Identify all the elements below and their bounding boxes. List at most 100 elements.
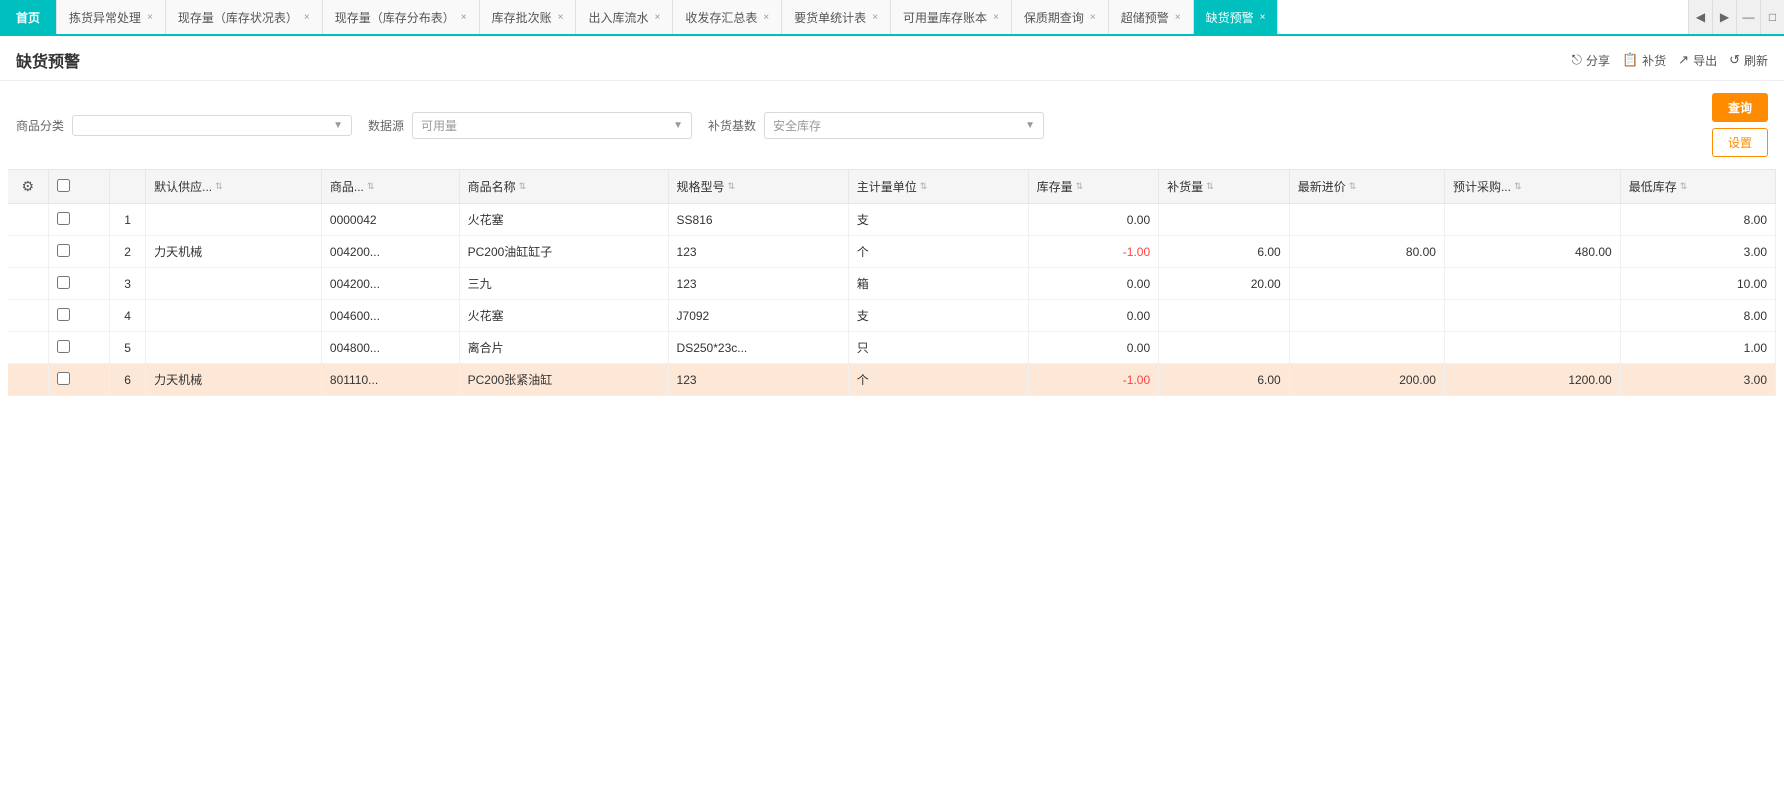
stock-sort-icon[interactable]: ⇅ xyxy=(1076,181,1084,192)
replenish-sort-icon[interactable]: ⇅ xyxy=(1206,181,1214,192)
tab-order-stat-label: 要货单统计表 xyxy=(794,9,866,26)
setting-button[interactable]: 设置 xyxy=(1712,128,1768,157)
th-spec: 规格型号 ⇅ xyxy=(668,170,848,204)
row-min_stock: 3.00 xyxy=(1620,236,1775,268)
tab-prev-btn[interactable]: ◀ xyxy=(1688,0,1712,34)
row-checkbox[interactable] xyxy=(57,372,70,385)
row-stock: 0.00 xyxy=(1028,300,1159,332)
tab-defect-proc[interactable]: 拣货异常处理 × xyxy=(57,0,166,34)
row-checkbox[interactable] xyxy=(57,244,70,257)
row-checkbox[interactable] xyxy=(57,340,70,353)
tab-order-stat[interactable]: 要货单统计表 × xyxy=(782,0,891,34)
tab-recv-summary-label: 收发存汇总表 xyxy=(685,9,757,26)
row-settings xyxy=(8,332,48,364)
export-btn[interactable]: ↗ 导出 xyxy=(1678,52,1717,69)
name-sort-icon[interactable]: ⇅ xyxy=(519,181,527,192)
unit-sort-icon[interactable]: ⇅ xyxy=(920,181,928,192)
row-replenish xyxy=(1159,204,1290,236)
tab-batch-account[interactable]: 库存批次账 × xyxy=(480,0,577,34)
th-latest-price-label: 最新进价 xyxy=(1298,178,1346,195)
refresh-btn[interactable]: ↺ 刷新 xyxy=(1729,52,1768,69)
row-code: 004800... xyxy=(321,332,459,364)
tab-inventory-status[interactable]: 现存量（库存状况表） × xyxy=(166,0,323,34)
row-spec: SS816 xyxy=(668,204,848,236)
row-checkbox[interactable] xyxy=(57,212,70,225)
tab-inventory-dist-close[interactable]: × xyxy=(461,12,467,23)
code-sort-icon[interactable]: ⇅ xyxy=(367,181,375,192)
tab-batch-account-close[interactable]: × xyxy=(558,12,564,23)
row-plan_purchase xyxy=(1444,268,1620,300)
row-unit: 只 xyxy=(848,332,1028,364)
tab-bar: 首页 拣货异常处理 × 现存量（库存状况表） × 现存量（库存分布表） × 库存… xyxy=(0,0,1784,36)
tab-shortage-close[interactable]: × xyxy=(1260,12,1266,23)
tab-order-stat-close[interactable]: × xyxy=(872,12,878,23)
th-code: 商品... ⇅ xyxy=(321,170,459,204)
tab-expiry-query-close[interactable]: × xyxy=(1090,12,1096,23)
row-number: 2 xyxy=(110,236,146,268)
row-checkbox[interactable] xyxy=(57,308,70,321)
tab-next-btn[interactable]: ▶ xyxy=(1712,0,1736,34)
tab-overstock-close[interactable]: × xyxy=(1175,12,1181,23)
row-number: 3 xyxy=(110,268,146,300)
category-select[interactable]: ▼ xyxy=(72,115,352,136)
spec-sort-icon[interactable]: ⇅ xyxy=(728,181,736,192)
table-container: ⚙ 默认供应... ⇅ 商品... xyxy=(0,169,1784,396)
th-settings[interactable]: ⚙ xyxy=(8,170,48,204)
tab-inventory-dist-label: 现存量（库存分布表） xyxy=(335,9,455,26)
th-code-label: 商品... xyxy=(330,178,364,195)
row-min_stock: 3.00 xyxy=(1620,364,1775,396)
row-min_stock: 8.00 xyxy=(1620,300,1775,332)
supplier-sort-icon[interactable]: ⇅ xyxy=(215,181,223,192)
tab-shortage-label: 缺货预警 xyxy=(1206,9,1254,26)
th-spec-label: 规格型号 xyxy=(677,178,725,195)
row-checkbox[interactable] xyxy=(57,276,70,289)
replenish-base-value: 安全库存 xyxy=(773,117,1017,134)
tab-minimize-btn[interactable]: — xyxy=(1736,0,1760,34)
row-supplier: 力天机械 xyxy=(146,236,322,268)
filter-bar: 商品分类 ▼ 数据源 可用量 ▼ 补货基数 安全库存 ▼ 查询 设置 xyxy=(0,81,1784,169)
latest-price-sort-icon[interactable]: ⇅ xyxy=(1349,181,1357,192)
category-dropdown-icon: ▼ xyxy=(333,120,343,131)
tab-avail-ledger-close[interactable]: × xyxy=(993,12,999,23)
replenish-base-select[interactable]: 安全库存 ▼ xyxy=(764,112,1044,139)
share-btn[interactable]: ⎋ 分享 xyxy=(1572,52,1610,69)
select-all-checkbox[interactable] xyxy=(57,179,70,192)
tab-inout-flow[interactable]: 出入库流水 × xyxy=(576,0,673,34)
row-plan_purchase xyxy=(1444,300,1620,332)
tab-home-label: 首页 xyxy=(16,9,40,26)
category-label: 商品分类 xyxy=(16,117,64,134)
row-stock: 0.00 xyxy=(1028,204,1159,236)
tab-inventory-status-close[interactable]: × xyxy=(304,12,310,23)
tab-expiry-query[interactable]: 保质期查询 × xyxy=(1012,0,1109,34)
tab-recv-summary-close[interactable]: × xyxy=(763,12,769,23)
row-spec: J7092 xyxy=(668,300,848,332)
replenish-btn[interactable]: 📋 补货 xyxy=(1622,52,1666,69)
btn-area: 查询 设置 xyxy=(1712,93,1768,157)
tab-home[interactable]: 首页 xyxy=(0,0,57,34)
tab-maximize-btn[interactable]: □ xyxy=(1760,0,1784,34)
query-button[interactable]: 查询 xyxy=(1712,93,1768,122)
page-content: 缺货预警 ⎋ 分享 📋 补货 ↗ 导出 ↺ 刷新 商品分类 xyxy=(0,36,1784,796)
settings-gear-icon[interactable]: ⚙ xyxy=(21,178,34,194)
row-unit: 个 xyxy=(848,236,1028,268)
row-name: 三九 xyxy=(459,268,668,300)
row-checkbox-cell xyxy=(48,364,110,396)
th-replenish: 补货量 ⇅ xyxy=(1159,170,1290,204)
tab-avail-ledger[interactable]: 可用量库存账本 × xyxy=(891,0,1012,34)
tab-inventory-dist[interactable]: 现存量（库存分布表） × xyxy=(323,0,480,34)
tab-recv-summary[interactable]: 收发存汇总表 × xyxy=(673,0,782,34)
tab-overstock[interactable]: 超储预警 × xyxy=(1109,0,1194,34)
datasource-select[interactable]: 可用量 ▼ xyxy=(412,112,692,139)
min-stock-sort-icon[interactable]: ⇅ xyxy=(1680,181,1688,192)
row-latest_price xyxy=(1289,204,1444,236)
table-body: 10000042火花塞SS816支0.008.002力天机械004200...P… xyxy=(8,204,1776,396)
tab-defect-proc-close[interactable]: × xyxy=(147,12,153,23)
th-supplier-label: 默认供应... xyxy=(154,178,212,195)
tab-avail-ledger-label: 可用量库存账本 xyxy=(903,9,987,26)
th-check xyxy=(48,170,110,204)
plan-purchase-sort-icon[interactable]: ⇅ xyxy=(1514,181,1522,192)
row-spec: 123 xyxy=(668,268,848,300)
tab-inout-flow-close[interactable]: × xyxy=(654,12,660,23)
row-latest_price: 200.00 xyxy=(1289,364,1444,396)
tab-shortage[interactable]: 缺货预警 × xyxy=(1194,0,1279,34)
